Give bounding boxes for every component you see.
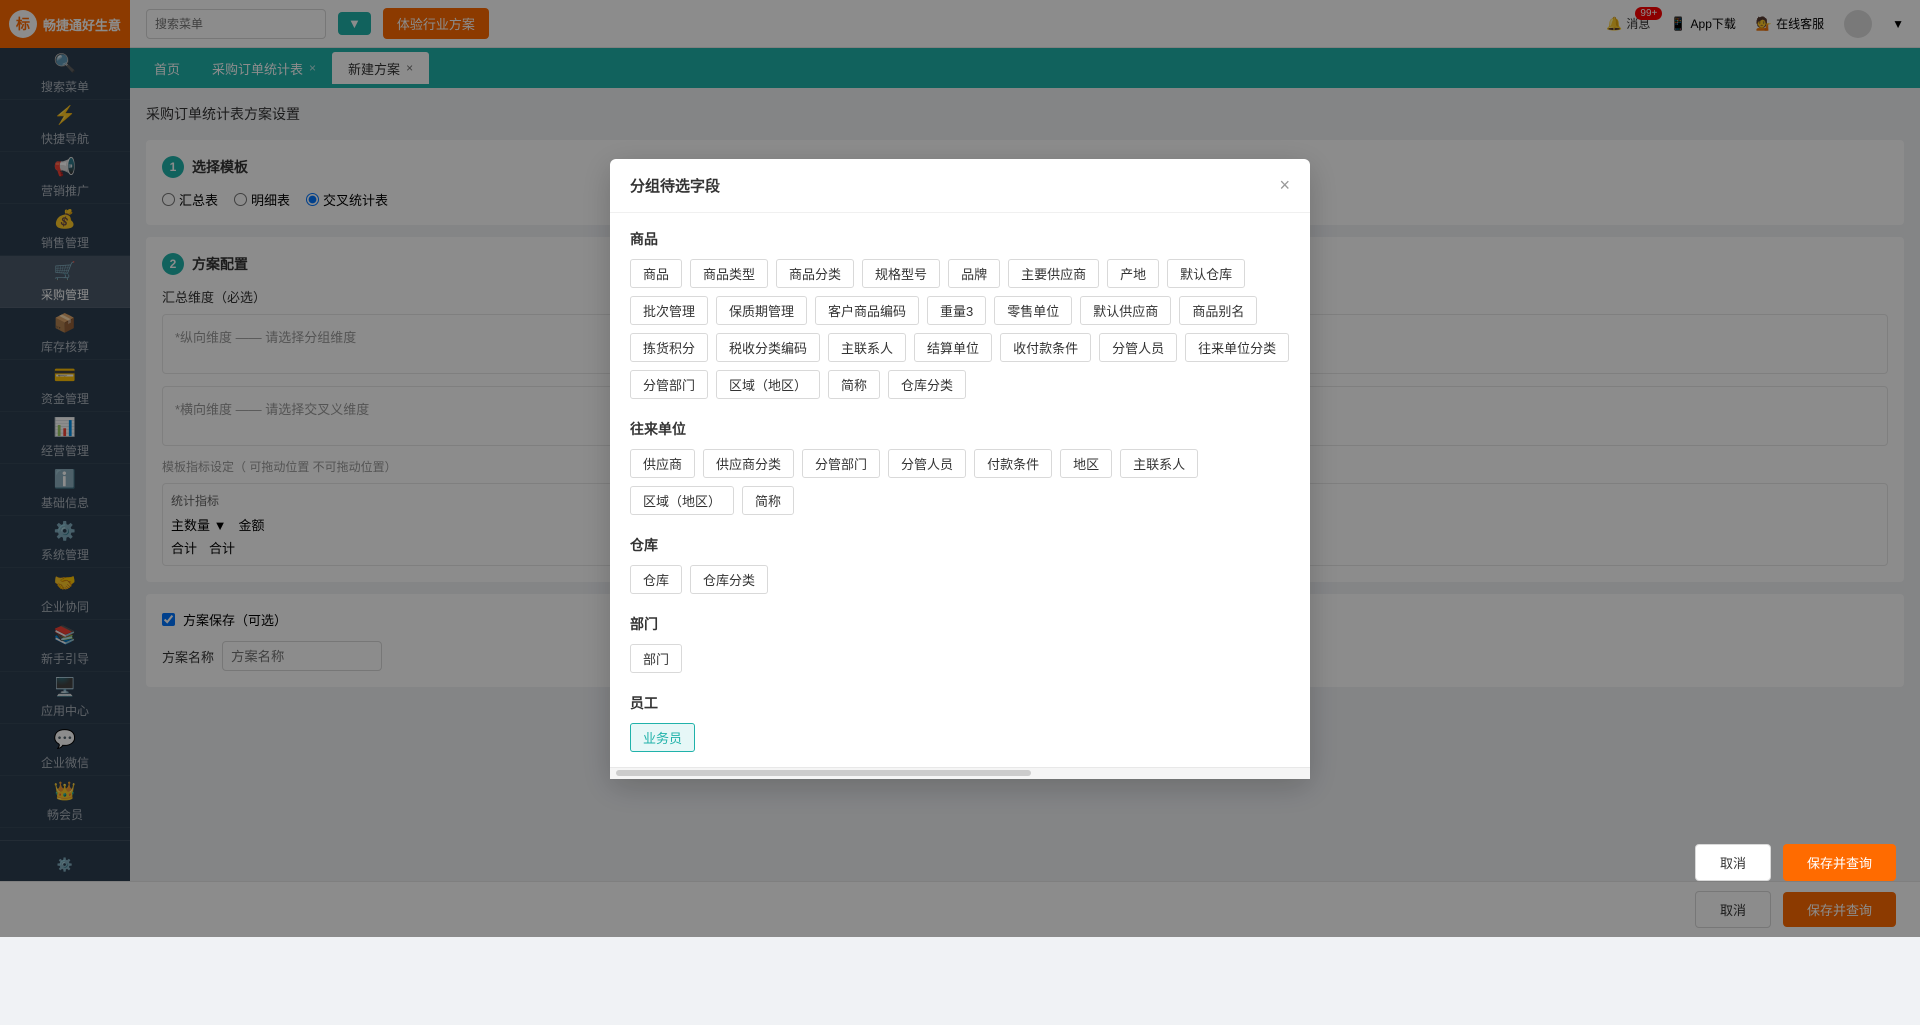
field-tag[interactable]: 商品分类 [776, 259, 854, 288]
modal-cancel-btn[interactable]: 取消 [1695, 844, 1771, 881]
field-tag[interactable]: 简称 [828, 370, 880, 399]
modal-close-btn[interactable]: × [1279, 176, 1290, 194]
section-warehouse-title: 仓库 [630, 535, 1290, 555]
field-tag[interactable]: 供应商分类 [703, 449, 794, 478]
field-tag[interactable]: 仓库 [630, 565, 682, 594]
field-tag[interactable]: 主要供应商 [1008, 259, 1099, 288]
partner-fields: 供应商 供应商分类 分管部门 分管人员 付款条件 地区 主联系人 区域（地区） … [630, 449, 1290, 515]
field-tag[interactable]: 主联系人 [828, 333, 906, 362]
section-warehouse: 仓库 仓库 仓库分类 [630, 535, 1290, 594]
field-tag[interactable]: 仓库分类 [888, 370, 966, 399]
section-staff: 员工 业务员 [630, 693, 1290, 752]
field-tag[interactable]: 结算单位 [914, 333, 992, 362]
field-tag[interactable]: 批次管理 [630, 296, 708, 325]
modal-confirm-btn[interactable]: 保存并查询 [1783, 844, 1896, 881]
section-department-title: 部门 [630, 614, 1290, 634]
section-staff-title: 员工 [630, 693, 1290, 713]
product-fields: 商品 商品类型 商品分类 规格型号 品牌 主要供应商 产地 默认仓库 批次管理 … [630, 259, 1290, 399]
field-tag[interactable]: 区域（地区） [716, 370, 820, 399]
field-tag[interactable]: 品牌 [948, 259, 1000, 288]
field-tag[interactable]: 客户商品编码 [815, 296, 919, 325]
field-tag[interactable]: 商品别名 [1179, 296, 1257, 325]
section-department: 部门 部门 [630, 614, 1290, 673]
field-tag[interactable]: 供应商 [630, 449, 695, 478]
field-tag[interactable]: 分管人员 [888, 449, 966, 478]
field-tag[interactable]: 税收分类编码 [716, 333, 820, 362]
field-selection-modal: 分组待选字段 × 商品 商品 商品类型 商品分类 规格型号 品牌 主要供应商 产… [610, 159, 1310, 779]
modal-body: 商品 商品 商品类型 商品分类 规格型号 品牌 主要供应商 产地 默认仓库 批次… [610, 213, 1310, 767]
modal-title: 分组待选字段 [630, 175, 720, 196]
section-product: 商品 商品 商品类型 商品分类 规格型号 品牌 主要供应商 产地 默认仓库 批次… [630, 229, 1290, 399]
modal-footer-buttons: 取消 保存并查询 [1695, 844, 1896, 881]
field-tag[interactable]: 保质期管理 [716, 296, 807, 325]
field-tag[interactable]: 仓库分类 [690, 565, 768, 594]
section-partner: 往来单位 供应商 供应商分类 分管部门 分管人员 付款条件 地区 主联系人 区域… [630, 419, 1290, 515]
field-tag[interactable]: 分管人员 [1099, 333, 1177, 362]
field-tag[interactable]: 简称 [742, 486, 794, 515]
section-partner-title: 往来单位 [630, 419, 1290, 439]
field-tag[interactable]: 往来单位分类 [1185, 333, 1289, 362]
field-tag[interactable]: 规格型号 [862, 259, 940, 288]
field-tag[interactable]: 地区 [1060, 449, 1112, 478]
field-tag[interactable]: 区域（地区） [630, 486, 734, 515]
field-tag[interactable]: 部门 [630, 644, 682, 673]
field-tag[interactable]: 分管部门 [802, 449, 880, 478]
hscrollbar-thumb[interactable] [616, 770, 1031, 776]
field-tag[interactable]: 付款条件 [974, 449, 1052, 478]
warehouse-fields: 仓库 仓库分类 [630, 565, 1290, 594]
field-tag[interactable]: 商品类型 [690, 259, 768, 288]
section-product-title: 商品 [630, 229, 1290, 249]
field-tag[interactable]: 默认供应商 [1080, 296, 1171, 325]
field-tag[interactable]: 默认仓库 [1167, 259, 1245, 288]
field-tag[interactable]: 主联系人 [1120, 449, 1198, 478]
field-tag[interactable]: 商品 [630, 259, 682, 288]
field-tag[interactable]: 重量3 [927, 296, 986, 325]
modal-overlay: 分组待选字段 × 商品 商品 商品类型 商品分类 规格型号 品牌 主要供应商 产… [0, 0, 1920, 937]
modal-header: 分组待选字段 × [610, 159, 1310, 213]
field-tag[interactable]: 收付款条件 [1000, 333, 1091, 362]
field-tag[interactable]: 分管部门 [630, 370, 708, 399]
field-tag[interactable]: 零售单位 [994, 296, 1072, 325]
field-tag[interactable]: 产地 [1107, 259, 1159, 288]
field-tag[interactable]: 拣货积分 [630, 333, 708, 362]
field-tag-staff-salesperson[interactable]: 业务员 [630, 723, 695, 752]
modal-hscrollbar[interactable] [610, 767, 1310, 779]
staff-fields: 业务员 [630, 723, 1290, 752]
department-fields: 部门 [630, 644, 1290, 673]
